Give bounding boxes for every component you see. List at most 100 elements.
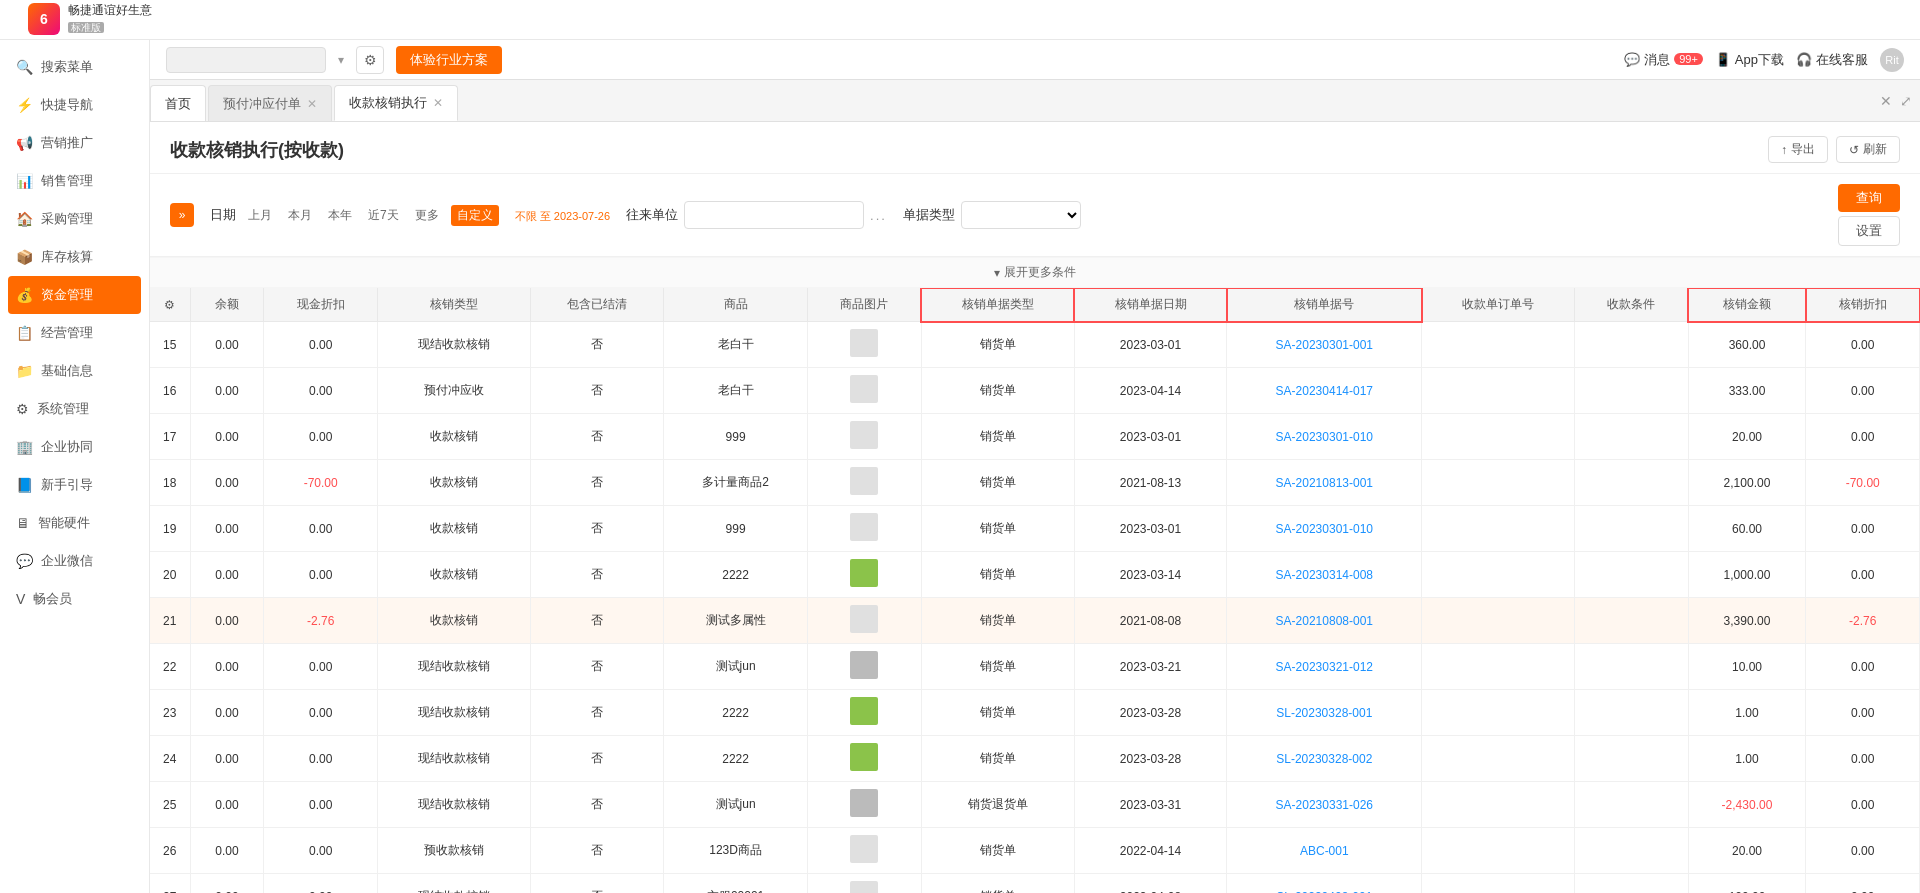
row-no: 27: [150, 874, 190, 894]
sidebar-item-operation[interactable]: 📋 经营管理: [0, 314, 149, 352]
row-goods-img: [808, 644, 921, 690]
refresh-button[interactable]: ↺ 刷新: [1836, 136, 1900, 163]
row-has-settled: 否: [530, 644, 663, 690]
settings-button[interactable]: 设置: [1838, 216, 1900, 246]
row-voucher-no[interactable]: SA-20230331-026: [1227, 782, 1422, 828]
row-order-no: [1422, 598, 1575, 644]
sidebar-item-basic[interactable]: 📁 基础信息: [0, 352, 149, 390]
counterpart-dots: ...: [870, 208, 887, 223]
row-voucher-no[interactable]: SA-20230301-010: [1227, 414, 1422, 460]
date-more-btn[interactable]: 更多: [411, 205, 443, 226]
date-cur-year-btn[interactable]: 本年: [324, 205, 356, 226]
expand-conditions[interactable]: ▾ 展开更多条件: [150, 257, 1920, 288]
tab-prepay-label: 预付冲应付单: [223, 95, 301, 113]
row-has-settled: 否: [530, 506, 663, 552]
row-verify-type: 现结收款核销: [377, 782, 530, 828]
tab-prepay[interactable]: 预付冲应付单 ✕: [208, 85, 332, 121]
sidebar-item-finance[interactable]: 💰 资金管理: [8, 276, 141, 314]
breadcrumb-input[interactable]: [166, 47, 326, 73]
row-voucher-no[interactable]: SA-20230314-008: [1227, 552, 1422, 598]
dropdown-icon[interactable]: ▾: [338, 53, 344, 67]
sidebar-item-label: 销售管理: [41, 172, 93, 190]
row-balance: 0.00: [190, 322, 264, 368]
finance-icon: 💰: [16, 287, 33, 303]
row-goods: 老白干: [664, 368, 808, 414]
row-no: 25: [150, 782, 190, 828]
sidebar-item-label: 系统管理: [37, 400, 89, 418]
row-voucher-no[interactable]: SA-20210808-001: [1227, 598, 1422, 644]
col-settings[interactable]: ⚙: [150, 288, 190, 322]
sidebar-item-search[interactable]: 🔍 搜索菜单: [0, 48, 149, 86]
sidebar-item-purchase[interactable]: 🏠 采购管理: [0, 200, 149, 238]
row-voucher-no[interactable]: SA-20210813-001: [1227, 460, 1422, 506]
page-header: 收款核销执行(按收款) ↑ 导出 ↺ 刷新: [150, 122, 1920, 174]
row-voucher-no[interactable]: ABC-001: [1227, 828, 1422, 874]
user-avatar[interactable]: Rit: [1880, 48, 1904, 72]
sidebar-item-vip[interactable]: V 畅会员: [0, 580, 149, 618]
row-goods: 2222: [664, 736, 808, 782]
sidebar-item-guide[interactable]: 📘 新手引导: [0, 466, 149, 504]
row-voucher-no[interactable]: SA-20230321-012: [1227, 644, 1422, 690]
sidebar-item-shortcut[interactable]: ⚡ 快捷导航: [0, 86, 149, 124]
date-prev-month-btn[interactable]: 上月: [244, 205, 276, 226]
row-condition: [1575, 460, 1688, 506]
notification-badge: 99+: [1674, 53, 1703, 65]
row-goods-img: [808, 552, 921, 598]
col-voucher-no: 核销单据号: [1227, 288, 1422, 322]
page-actions: ↑ 导出 ↺ 刷新: [1768, 136, 1900, 163]
date-custom-btn[interactable]: 自定义: [451, 205, 499, 226]
message-icon: 💬: [1624, 52, 1640, 67]
row-order-no: [1422, 644, 1575, 690]
maximize-icon[interactable]: ⤢: [1900, 93, 1912, 109]
row-balance: 0.00: [190, 460, 264, 506]
row-has-settled: 否: [530, 552, 663, 598]
sidebar-item-sales[interactable]: 📊 销售管理: [0, 162, 149, 200]
query-button[interactable]: 查询: [1838, 184, 1900, 212]
tab-prepay-close[interactable]: ✕: [307, 97, 317, 111]
date-cur-month-btn[interactable]: 本月: [284, 205, 316, 226]
sidebar-item-inventory[interactable]: 📦 库存核算: [0, 238, 149, 276]
date-filter-group: 日期 上月 本月 本年 近7天 更多 自定义: [210, 205, 499, 226]
app-download-area[interactable]: 📱 App下载: [1715, 51, 1784, 69]
refresh-icon: ↺: [1849, 143, 1859, 157]
row-has-settled: 否: [530, 598, 663, 644]
sidebar-item-system[interactable]: ⚙ 系统管理: [0, 390, 149, 428]
row-voucher-no[interactable]: SL-20230408-001: [1227, 874, 1422, 894]
gear-button[interactable]: ⚙: [356, 46, 384, 74]
sidebar-item-enterprise[interactable]: 🏢 企业协同: [0, 428, 149, 466]
close-window-icon[interactable]: ✕: [1880, 93, 1892, 109]
sidebar-item-wechat[interactable]: 💬 企业微信: [0, 542, 149, 580]
row-condition: [1575, 690, 1688, 736]
tab-collection[interactable]: 收款核销执行 ✕: [334, 85, 458, 121]
row-voucher-no[interactable]: SA-20230301-010: [1227, 506, 1422, 552]
date-7days-btn[interactable]: 近7天: [364, 205, 403, 226]
counterpart-input[interactable]: [684, 201, 864, 229]
export-button[interactable]: ↑ 导出: [1768, 136, 1828, 163]
online-service-area[interactable]: 🎧 在线客服: [1796, 51, 1868, 69]
industry-solution-button[interactable]: 体验行业方案: [396, 46, 502, 74]
row-balance: 0.00: [190, 506, 264, 552]
sidebar-nav: 🔍 搜索菜单 ⚡ 快捷导航 📢 营销推广 📊 销售管理 🏠 采购管理 📦: [0, 40, 149, 893]
row-voucher-date: 2023-04-08: [1074, 874, 1227, 894]
row-goods: 多计量商品2: [664, 460, 808, 506]
sidebar-item-marketing[interactable]: 📢 营销推广: [0, 124, 149, 162]
row-voucher-no[interactable]: SA-20230414-017: [1227, 368, 1422, 414]
filter-toggle-button[interactable]: »: [170, 203, 194, 227]
row-balance: 0.00: [190, 828, 264, 874]
sidebar-item-label: 企业协同: [41, 438, 93, 456]
tab-collection-close[interactable]: ✕: [433, 96, 443, 110]
tab-home[interactable]: 首页: [150, 85, 206, 121]
row-voucher-no[interactable]: SL-20230328-001: [1227, 690, 1422, 736]
row-goods-img: [808, 322, 921, 368]
row-voucher-no[interactable]: SL-20230328-002: [1227, 736, 1422, 782]
table-row: 22 0.00 0.00 现结收款核销 否 测试jun 销货单 2023-03-…: [150, 644, 1920, 690]
col-voucher-date: 核销单据日期: [1074, 288, 1227, 322]
row-voucher-no[interactable]: SA-20230301-001: [1227, 322, 1422, 368]
sales-icon: 📊: [16, 173, 33, 189]
voucher-type-select[interactable]: [961, 201, 1081, 229]
sidebar-item-hardware[interactable]: 🖥 智能硬件: [0, 504, 149, 542]
row-goods-img: [808, 598, 921, 644]
row-balance: 0.00: [190, 782, 264, 828]
table-row: 23 0.00 0.00 现结收款核销 否 2222 销货单 2023-03-2…: [150, 690, 1920, 736]
notification-area[interactable]: 💬 消息 99+: [1624, 51, 1703, 69]
